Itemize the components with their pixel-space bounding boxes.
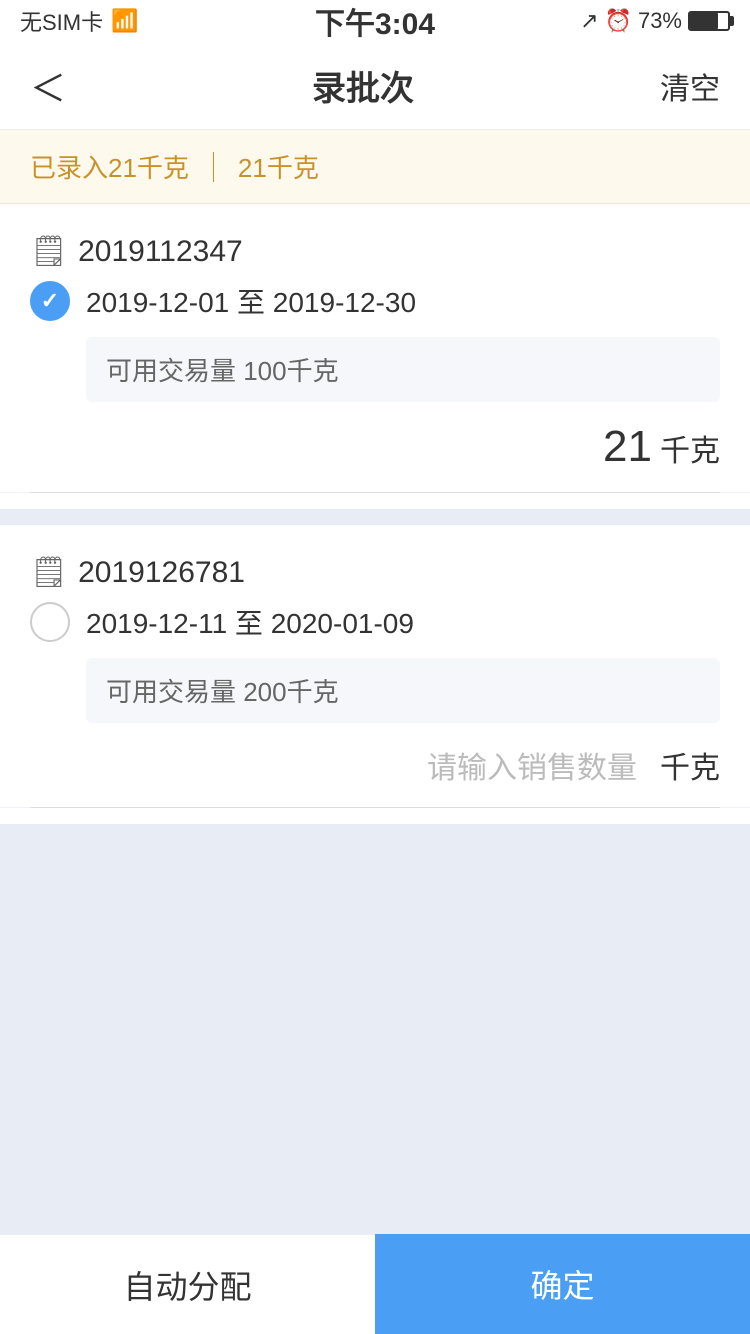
clear-button[interactable]: 清空 [660,64,720,108]
confirm-button[interactable]: 确定 [375,1234,750,1334]
carrier-label: 无SIM卡 [20,5,103,37]
sim-icon: 📶 [111,8,138,34]
nav-bar: ＜ 录批次 清空 [0,42,750,130]
location-icon: ↗ [580,8,598,34]
bottom-bar: 自动分配 确定 [0,1234,750,1334]
batch1-date-row[interactable]: 2019-12-01 至 2019-12-30 [30,281,720,321]
batch2-id: 2019126781 [78,556,245,590]
batch1-amount-row: 21 千克 [0,402,750,492]
status-bar: 无SIM卡 📶 下午3:04 ↗ ⏰ 73% [0,0,750,42]
batch2-header: 🗒 2019126781 [30,555,720,590]
page-title: 录批次 [312,61,414,110]
batch2-date: 2019-12-11 至 2020-01-09 [86,602,414,642]
back-button[interactable]: ＜ [30,60,66,112]
batch1-amount-unit: 千克 [660,426,720,470]
batch-item-2: 🗒 2019126781 2019-12-11 至 2020-01-09 可用交… [0,525,750,723]
battery-percent: 73% [638,8,682,34]
batch2-qty: 可用交易量 200千克 [86,658,720,723]
batch2-date-row[interactable]: 2019-12-11 至 2020-01-09 [30,602,720,642]
summary-divider [213,152,214,182]
batch1-radio[interactable] [30,281,70,321]
summary-bar: 已录入21千克 21千克 [0,130,750,204]
batch1-date: 2019-12-01 至 2019-12-30 [86,281,416,321]
batch2-input-row: 千克 [0,723,750,807]
batch2-quantity-input[interactable] [266,752,652,786]
alarm-icon: ⏰ [605,8,632,34]
batch1-header: 🗒 2019112347 [30,234,720,269]
summary-label: 已录入21千克 [30,148,189,185]
content-area: 已录入21千克 21千克 🗒 2019112347 2019-12-01 至 2… [0,130,750,1334]
status-left: 无SIM卡 📶 [20,5,139,37]
auto-distribute-button[interactable]: 自动分配 [0,1234,375,1334]
summary-value: 21千克 [238,148,319,185]
batch1-qty: 可用交易量 100千克 [86,337,720,402]
battery-icon [688,11,730,31]
status-time: 下午3:04 [315,0,435,43]
batch-item-1: 🗒 2019112347 2019-12-01 至 2019-12-30 可用交… [0,204,750,402]
section-divider [0,509,750,525]
batch1-icon: 🗒 [30,234,68,269]
batch2-unit: 千克 [660,743,720,787]
batch1-id: 2019112347 [78,235,243,269]
batch2-icon: 🗒 [30,555,68,590]
batch1-amount-value: 21 [603,422,652,472]
status-right: ↗ ⏰ 73% [580,8,730,34]
batch2-radio[interactable] [30,602,70,642]
